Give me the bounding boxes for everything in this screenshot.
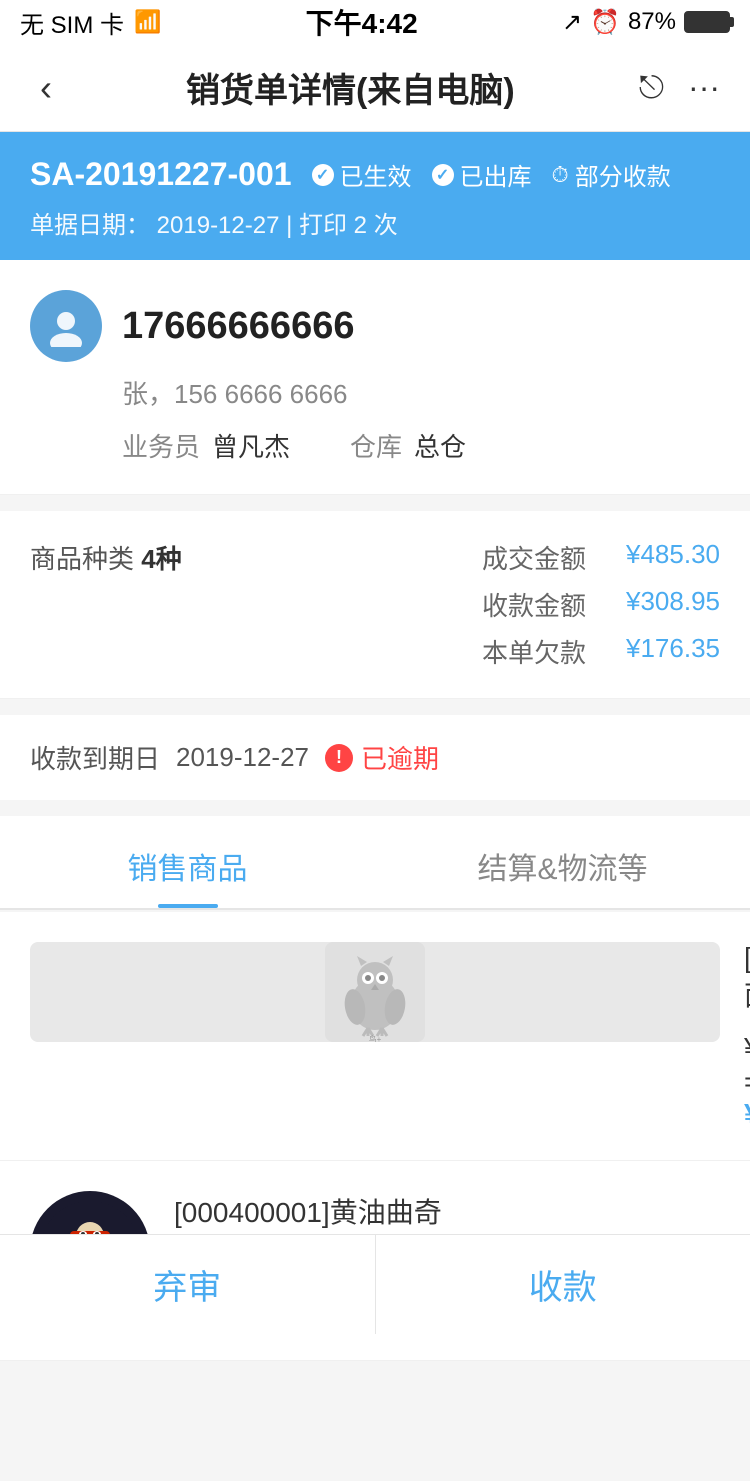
customer-meta: 业务员 曾凡杰 仓库 总仓 [30,427,720,464]
tab-settlement-label: 结算&物流等 [477,853,647,886]
nav-actions: ⎋ ··· [639,69,720,107]
more-icon[interactable]: ··· [688,69,720,106]
nav-bar: ‹ 销货单详情(来自电脑) ⎋ ··· [0,44,750,132]
carrier-label: 无 SIM 卡 [20,5,124,40]
customer-info: 张，156 6666 6666 [30,374,720,411]
status-bar: 无 SIM 卡 📶 下午4:42 ↗ ⏰ 87% [0,0,750,44]
stats-section: 商品种类 4种 成交金额 ¥485.30 收款金额 ¥308.95 本单欠款 ¥… [0,511,750,699]
battery-label: 87% [628,8,676,36]
svg-text:鸟+: 鸟+ [369,1034,382,1042]
badge-partial: ⏱ 部分收款 [552,157,671,192]
avatar [30,290,102,362]
check-icon-2: ✓ [432,164,454,186]
cancel-button[interactable]: 弃审 [0,1235,376,1334]
overdue-badge: ! 已逾期 [325,739,439,776]
banner-sub: 单据日期： 2019-12-27 | 打印 2 次 [30,205,720,240]
wifi-icon: 📶 [134,9,161,35]
collected-label: 收款金额 [482,586,586,623]
date-label: 单据日期： [30,212,150,239]
badge-shipped: ✓ 已出库 [432,157,532,192]
product-item: 鸟+ [0000002] 面包 ¥40 x 5袋 = ¥199.99 [0,912,750,1161]
debt-row: 本单欠款 ¥176.35 [482,633,720,670]
order-date: 2019-12-27 [157,212,280,239]
deal-row: 成交金额 ¥485.30 [482,539,720,576]
debt-amount: ¥176.35 [626,633,720,670]
product-thumb-1: 鸟+ [30,942,720,1042]
overdue-text: 已逾期 [361,739,439,776]
badge-shipped-label: 已出库 [460,157,532,192]
cancel-label: 弃审 [153,1260,221,1309]
product-name-1: [0000002] 面包 [744,942,750,1014]
product-title-1: 面包 [744,980,750,1011]
alarm-icon: ⏰ [590,8,620,37]
unit-price-1: ¥40 [744,1032,750,1063]
badge-effective-label: 已生效 [340,157,412,192]
due-date: 2019-12-27 [176,742,309,773]
clock-icon: ⏱ [552,162,569,188]
product-code-2: [000400001] [174,1197,330,1228]
banner-top: SA-20191227-001 ✓ 已生效 ✓ 已出库 ⏱ 部分收款 [30,156,720,193]
product-code-1: [0000002] [744,942,750,973]
tab-settlement[interactable]: 结算&物流等 [375,816,750,908]
order-id: SA-20191227-001 [30,156,292,193]
product-price-1: ¥40 x 5袋 = ¥199.99 [744,1026,750,1130]
warehouse: 仓库 总仓 [350,427,466,464]
sales-label: 业务员 [122,427,200,464]
tab-sales-products[interactable]: 销售商品 [0,816,375,908]
sales-person: 业务员 曾凡杰 [122,427,290,464]
category-value: 4种 [141,544,181,574]
deal-label: 成交金额 [482,539,586,576]
stats-left: 商品种类 4种 [30,539,182,576]
badge-effective: ✓ 已生效 [312,157,412,192]
location-icon: ↗ [562,8,582,37]
eq-1: = [744,1066,750,1097]
badge-partial-label: 部分收款 [575,157,671,192]
customer-top: 17666666666 [30,290,720,362]
status-right: ↗ ⏰ 87% [562,8,730,37]
confirm-button[interactable]: 收款 [376,1235,750,1334]
deal-amount: ¥485.30 [626,539,720,576]
status-left: 无 SIM 卡 📶 [20,5,161,40]
collected-amount: ¥308.95 [626,586,720,623]
category-count: 商品种类 4种 [30,539,182,576]
tabs-row: 销售商品 结算&物流等 [0,816,750,908]
clock: 下午4:42 [306,2,418,42]
due-section: 收款到期日 2019-12-27 ! 已逾期 [0,715,750,800]
product-name-2: [000400001]黄油曲奇 [174,1191,720,1231]
overdue-icon: ! [325,744,353,772]
tab-sales-label: 销售商品 [128,853,248,886]
print-info: | 打印 2 次 [286,212,398,239]
battery-bar [684,11,730,33]
product-image-1: 鸟+ [325,942,425,1042]
collected-row: 收款金额 ¥308.95 [482,586,720,623]
sales-value: 曾凡杰 [212,427,290,464]
product-info-1: [0000002] 面包 ¥40 x 5袋 = ¥199.99 [744,942,750,1130]
customer-section: 17666666666 张，156 6666 6666 业务员 曾凡杰 仓库 总… [0,260,750,495]
category-label: 商品种类 [30,544,134,574]
check-icon-1: ✓ [312,164,334,186]
page-title: 销货单详情(来自电脑) [186,63,515,112]
debt-label: 本单欠款 [482,633,586,670]
warehouse-value: 总仓 [414,427,466,464]
back-button[interactable]: ‹ [30,57,62,119]
avatar-icon [45,305,87,347]
warehouse-label: 仓库 [350,427,402,464]
stats-right: 成交金额 ¥485.30 收款金额 ¥308.95 本单欠款 ¥176.35 [482,539,720,670]
tabs-section: 销售商品 结算&物流等 [0,816,750,910]
customer-name: 17666666666 [122,305,354,348]
header-banner: SA-20191227-001 ✓ 已生效 ✓ 已出库 ⏱ 部分收款 单据日期：… [0,132,750,260]
share-icon[interactable]: ⎋ [639,69,664,107]
total-1: ¥199.99 [744,1098,750,1129]
bottom-bar: 弃审 收款 [0,1234,750,1334]
due-label: 收款到期日 [30,739,160,776]
product-title-2: 黄油曲奇 [330,1197,442,1228]
confirm-label: 收款 [529,1260,597,1309]
